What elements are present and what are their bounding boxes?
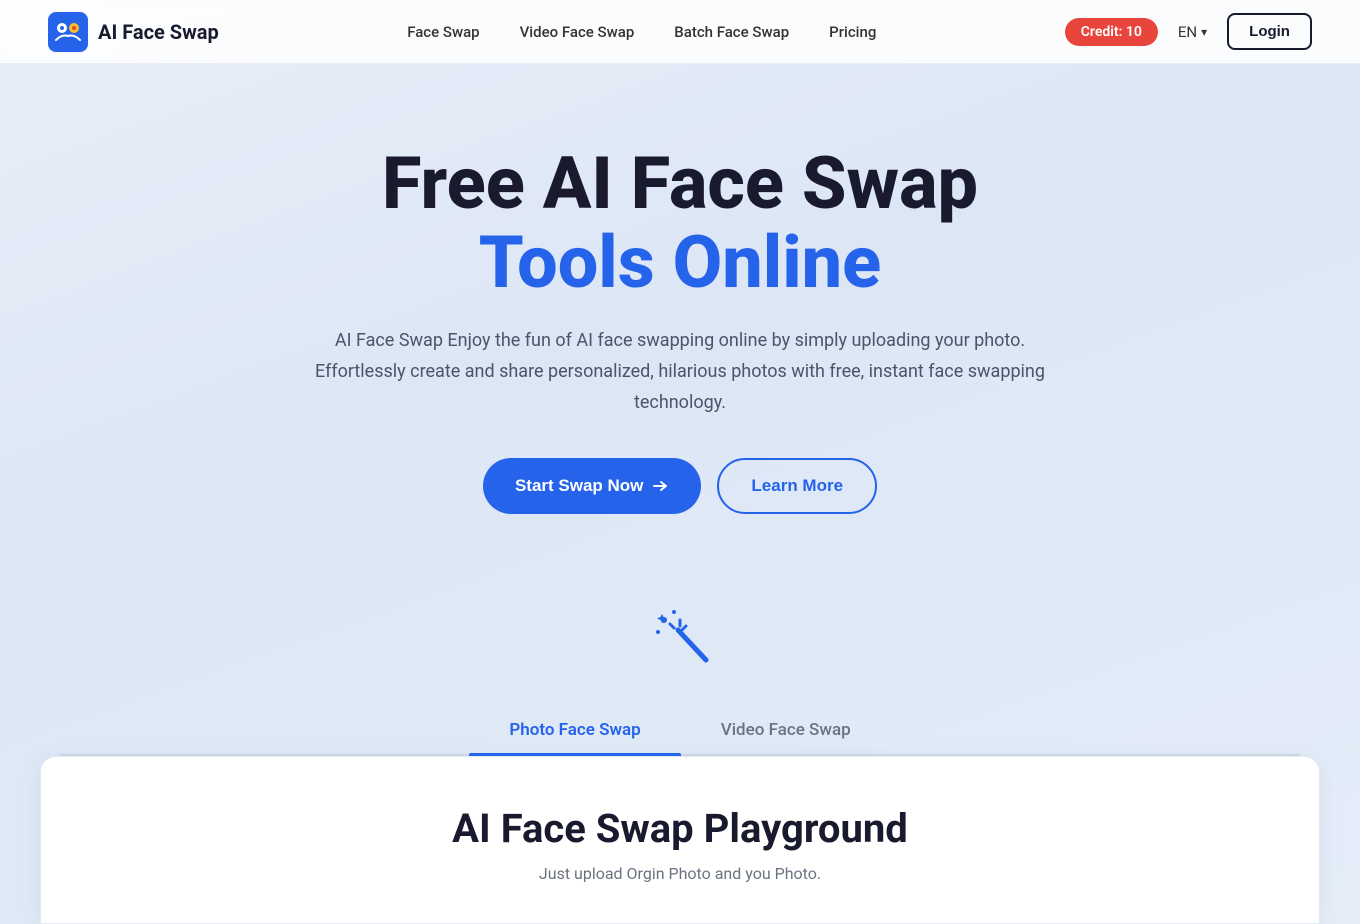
nav-face-swap[interactable]: Face Swap: [391, 15, 495, 49]
learn-more-button[interactable]: Learn More: [717, 458, 877, 514]
start-swap-button[interactable]: Start Swap Now: [483, 458, 701, 514]
nav-pricing[interactable]: Pricing: [813, 15, 892, 49]
brand-icon: [48, 12, 88, 52]
credit-badge[interactable]: Credit: 10: [1065, 18, 1158, 46]
hero-buttons: Start Swap Now Learn More: [20, 458, 1340, 514]
tabs-container: Photo Face Swap Video Face Swap: [60, 706, 1300, 756]
hero-heading: Free AI Face Swap Tools Online: [20, 144, 1340, 302]
playground-subtitle: Just upload Orgin Photo and you Photo.: [81, 864, 1279, 883]
brand-name: AI Face Swap: [98, 20, 219, 44]
tab-photo-face-swap[interactable]: Photo Face Swap: [469, 706, 680, 754]
lang-label: EN: [1178, 23, 1197, 41]
nav-batch-face-swap[interactable]: Batch Face Swap: [658, 15, 805, 49]
main-nav: Face Swap Video Face Swap Batch Face Swa…: [391, 15, 892, 49]
brand-logo-area[interactable]: AI Face Swap: [48, 12, 219, 52]
nav-video-face-swap[interactable]: Video Face Swap: [504, 15, 651, 49]
magic-wand-icon: [644, 602, 716, 674]
hero-section: Free AI Face Swap Tools Online AI Face S…: [0, 64, 1360, 554]
hero-title-line2: Tools Online: [20, 223, 1340, 302]
arrow-right-icon: [651, 477, 669, 495]
tab-video-face-swap[interactable]: Video Face Swap: [681, 706, 891, 754]
magic-icon-area: [0, 602, 1360, 674]
navbar: AI Face Swap Face Swap Video Face Swap B…: [0, 0, 1360, 64]
lang-selector[interactable]: EN ▾: [1170, 17, 1215, 47]
playground-title: AI Face Swap Playground: [81, 805, 1279, 852]
navbar-actions: Credit: 10 EN ▾ Login: [1065, 13, 1312, 50]
hero-title-line1: Free AI Face Swap: [20, 144, 1340, 223]
chevron-down-icon: ▾: [1201, 25, 1207, 39]
playground-section: AI Face Swap Playground Just upload Orgi…: [40, 756, 1320, 924]
start-swap-label: Start Swap Now: [515, 476, 643, 496]
login-button[interactable]: Login: [1227, 13, 1312, 50]
hero-description: AI Face Swap Enjoy the fun of AI face sw…: [300, 326, 1060, 418]
